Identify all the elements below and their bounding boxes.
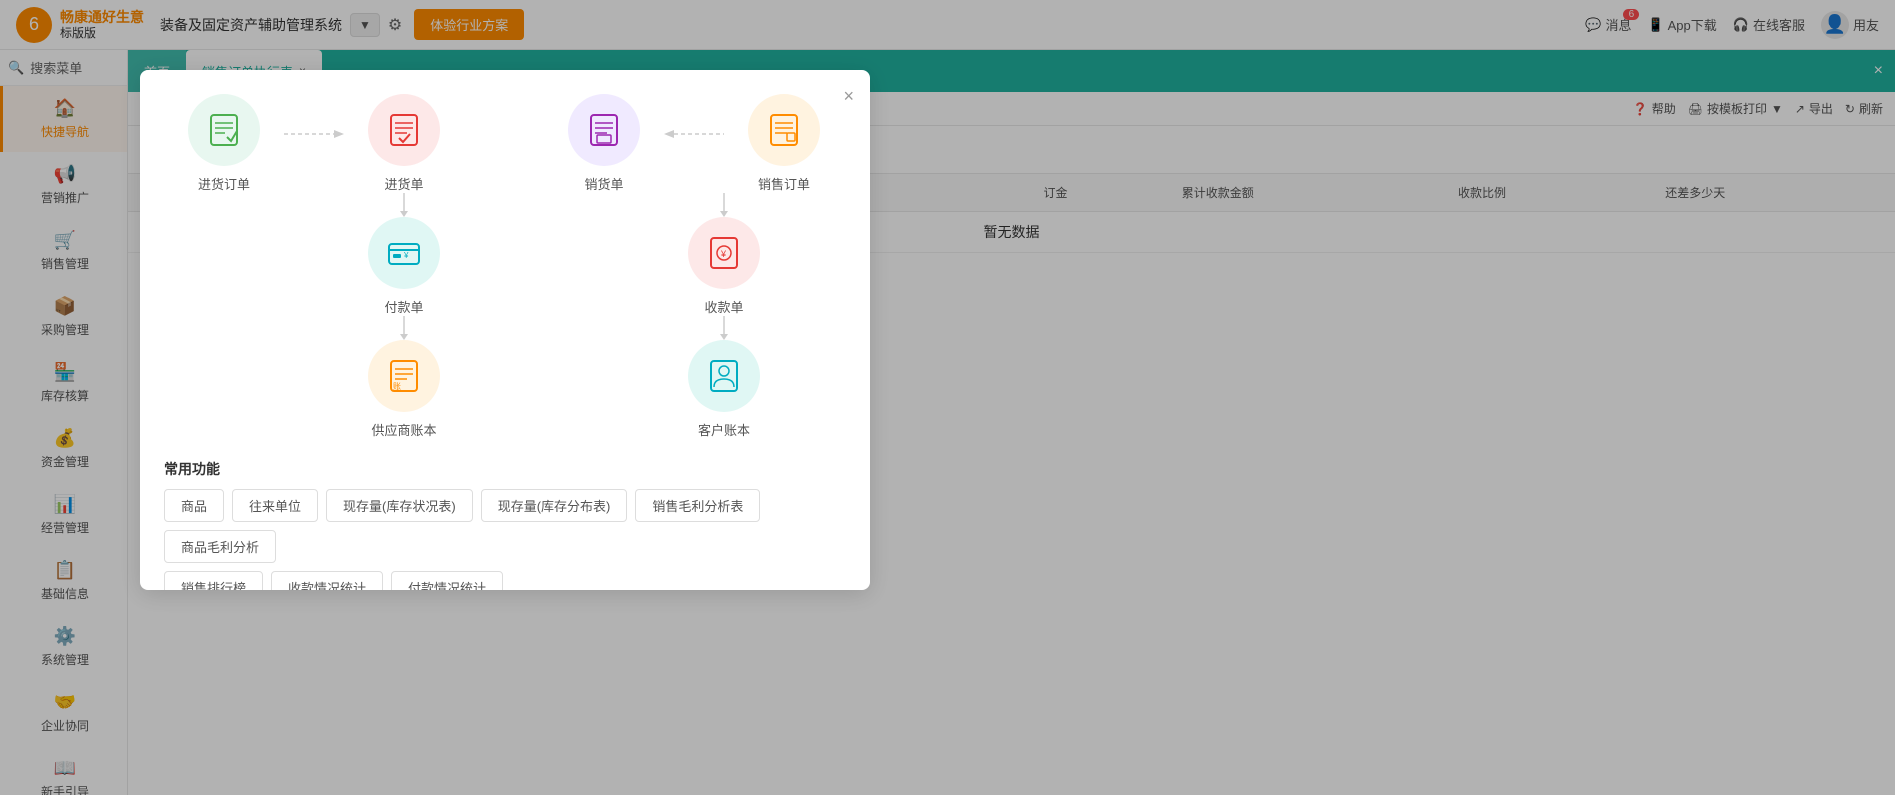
down-arrow-payment	[394, 193, 414, 217]
purchase-order-circle	[188, 94, 260, 166]
flow-col-supplier-ledger: 账 供应商账本	[344, 316, 464, 439]
customer-ledger-icon	[705, 357, 743, 395]
flow-node-purchase-order[interactable]: 进货订单	[164, 94, 284, 193]
payment-label: 付款单	[384, 297, 423, 316]
flow-node-receipt[interactable]: ¥ 收款单	[664, 217, 784, 316]
func-btn-receipt-stats[interactable]: 收款情况统计	[271, 571, 383, 590]
modal-box: ×	[140, 70, 870, 590]
flow-second-row: ¥ 付款单	[224, 193, 784, 316]
flow-node-payment[interactable]: ¥ 付款单	[344, 217, 464, 316]
modal-overlay[interactable]: ×	[0, 0, 1895, 795]
purchase-bill-icon	[385, 111, 423, 149]
down-arrow-customer	[714, 316, 734, 340]
purchase-order-icon	[205, 111, 243, 149]
arrow-sales-order-to-sales-bill	[664, 124, 724, 144]
flow-node-sales-bill[interactable]: 销货单	[544, 94, 664, 193]
payment-circle: ¥	[368, 217, 440, 289]
dashed-arrow-left	[664, 124, 724, 144]
supplier-ledger-circle: 账	[368, 340, 440, 412]
flow-top-row: 进货订单	[164, 94, 844, 193]
receipt-circle: ¥	[688, 217, 760, 289]
arrow-down-payment	[394, 193, 414, 217]
supplier-ledger-label: 供应商账本	[371, 420, 436, 439]
flow-col-payment: ¥ 付款单	[344, 193, 464, 316]
flow-node-customer-ledger[interactable]: 客户账本	[664, 340, 784, 439]
func-btn-sales-profit[interactable]: 销售毛利分析表	[635, 489, 760, 522]
flow-node-purchase-bill[interactable]: 进货单	[344, 94, 464, 193]
purchase-bill-label: 进货单	[384, 174, 423, 193]
svg-text:¥: ¥	[720, 249, 727, 259]
supplier-ledger-icon: 账	[385, 357, 423, 395]
func-btn-goods-profit[interactable]: 商品毛利分析	[164, 530, 276, 563]
common-functions: 常用功能 商品 往来单位 现存量(库存状况表) 现存量(库存分布表) 销售毛利分…	[164, 459, 846, 590]
common-functions-title: 常用功能	[164, 459, 846, 479]
arrow-down-supplier	[394, 316, 414, 340]
func-btn-sales-rank[interactable]: 销售排行榜	[164, 571, 263, 590]
func-btn-partners[interactable]: 往来单位	[232, 489, 318, 522]
receipt-icon: ¥	[705, 234, 743, 272]
down-arrow-receipt	[714, 193, 734, 217]
sales-bill-label: 销货单	[584, 174, 623, 193]
flow-col-customer-ledger: 客户账本	[664, 316, 784, 439]
flow-node-supplier-ledger[interactable]: 账 供应商账本	[344, 340, 464, 439]
func-buttons-row1: 商品 往来单位 现存量(库存状况表) 现存量(库存分布表) 销售毛利分析表 商品…	[164, 489, 846, 563]
svg-text:¥: ¥	[403, 251, 409, 260]
func-btn-payment-stats[interactable]: 付款情况统计	[391, 571, 503, 590]
flow-third-row: 账 供应商账本	[224, 316, 784, 439]
func-btn-goods[interactable]: 商品	[164, 489, 224, 522]
customer-ledger-label: 客户账本	[698, 420, 750, 439]
flow-node-sales-order[interactable]: 销售订单	[724, 94, 844, 193]
flow-diagram: 进货订单	[164, 94, 846, 439]
sales-order-label: 销售订单	[758, 174, 810, 193]
customer-ledger-circle	[688, 340, 760, 412]
sales-bill-icon	[585, 111, 623, 149]
arrow-down-customer	[714, 316, 734, 340]
purchase-order-label: 进货订单	[198, 174, 250, 193]
down-arrow-supplier	[394, 316, 414, 340]
payment-icon: ¥	[385, 234, 423, 272]
arrow-down-receipt	[714, 193, 734, 217]
sales-order-circle	[748, 94, 820, 166]
func-btn-inventory-dist[interactable]: 现存量(库存分布表)	[481, 489, 628, 522]
modal-close-button[interactable]: ×	[843, 86, 854, 107]
receipt-label: 收款单	[704, 297, 743, 316]
func-btn-inventory-status[interactable]: 现存量(库存状况表)	[326, 489, 473, 522]
func-buttons-row2: 销售排行榜 收款情况统计 付款情况统计	[164, 571, 846, 590]
sales-bill-circle	[568, 94, 640, 166]
arrow-purchase-to-purchase-bill	[284, 124, 344, 144]
dashed-arrow-right	[284, 124, 344, 144]
purchase-bill-circle	[368, 94, 440, 166]
sales-order-icon	[765, 111, 803, 149]
flow-col-receipt: ¥ 收款单	[664, 193, 784, 316]
svg-text:账: 账	[393, 382, 401, 391]
flow-col-left: 进货订单	[164, 94, 844, 439]
